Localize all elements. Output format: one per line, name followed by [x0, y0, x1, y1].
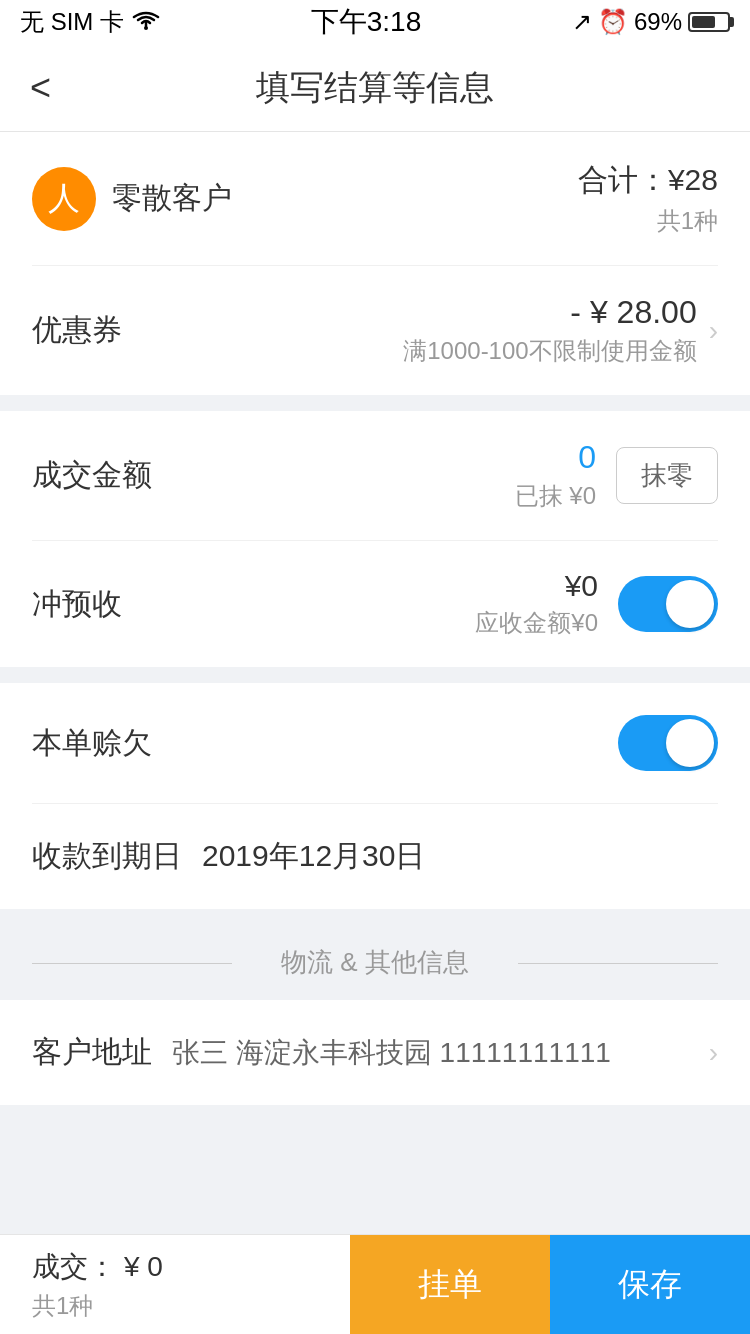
- debt-section: 本单赊欠 收款到期日 2019年12月30日: [0, 683, 750, 909]
- bottom-deal-row: 成交： ¥ 0: [32, 1248, 318, 1286]
- location-icon: ↗: [572, 8, 592, 36]
- duedate-row: 收款到期日 2019年12月30日: [32, 804, 718, 909]
- amount-right: 0 已抹 ¥0 抹零: [515, 439, 718, 512]
- customer-avatar: 人: [32, 167, 96, 231]
- debt-toggle[interactable]: [618, 715, 718, 771]
- debt-row: 本单赊欠: [32, 683, 718, 804]
- customer-section: 人 零散客户 合计：¥28 共1种 优惠券 - ¥ 28.00 满1000-10…: [0, 132, 750, 395]
- bottom-count: 共1种: [32, 1290, 318, 1322]
- prepay-value-block: ¥0 应收金额¥0: [475, 569, 598, 639]
- pending-button[interactable]: 挂单: [350, 1235, 550, 1335]
- amount-row: 成交金额 0 已抹 ¥0 抹零: [32, 411, 718, 541]
- amount-label: 成交金额: [32, 455, 152, 496]
- address-row[interactable]: 客户地址 张三 海淀永丰科技园 11111111111 ›: [0, 1000, 750, 1105]
- avatar-icon: 人: [48, 177, 80, 221]
- bottom-deal-label: 成交：: [32, 1248, 116, 1286]
- page-title: 填写结算等信息: [256, 65, 494, 111]
- alarm-icon: ⏰: [598, 8, 628, 36]
- customer-right: 合计：¥28 共1种: [578, 160, 718, 237]
- status-time: 下午3:18: [311, 3, 422, 41]
- address-chevron-icon: ›: [709, 1037, 718, 1069]
- logistics-divider: 物流 & 其他信息: [0, 925, 750, 1000]
- total-amount: 合计：¥28: [578, 160, 718, 201]
- round-off-button[interactable]: 抹零: [616, 447, 718, 504]
- bottom-deal-value: ¥ 0: [124, 1251, 163, 1283]
- prepay-row: 冲预收 ¥0 应收金额¥0: [32, 541, 718, 667]
- customer-name: 零散客户: [112, 178, 232, 219]
- wifi-icon: [132, 8, 160, 36]
- coupon-label: 优惠券: [32, 310, 122, 351]
- total-count: 共1种: [578, 205, 718, 237]
- prepay-value: ¥0: [475, 569, 598, 603]
- bottom-summary: 成交： ¥ 0 共1种: [0, 1248, 350, 1322]
- chevron-right-icon: ›: [709, 315, 718, 347]
- battery-percent: 69%: [634, 8, 682, 36]
- toggle-knob: [666, 580, 714, 628]
- prepay-toggle[interactable]: [618, 576, 718, 632]
- address-value: 张三 海淀永丰科技园 11111111111: [172, 1034, 709, 1072]
- status-right: ↗ ⏰ 69%: [572, 8, 730, 36]
- coupon-desc: 满1000-100不限制使用金额: [403, 335, 696, 367]
- customer-left: 人 零散客户: [32, 167, 232, 231]
- back-button[interactable]: <: [30, 67, 51, 109]
- save-button[interactable]: 保存: [550, 1235, 750, 1335]
- prepay-desc: 应收金额¥0: [475, 607, 598, 639]
- debt-label: 本单赊欠: [32, 723, 152, 764]
- already-rounded: 已抹 ¥0: [515, 480, 596, 512]
- logistics-label: 物流 & 其他信息: [261, 945, 489, 980]
- bottom-bar: 成交： ¥ 0 共1种 挂单 保存: [0, 1234, 750, 1334]
- address-section: 客户地址 张三 海淀永丰科技园 11111111111 ›: [0, 1000, 750, 1105]
- amount-value[interactable]: 0: [515, 439, 596, 476]
- svg-point-0: [144, 26, 148, 30]
- nav-bar: < 填写结算等信息: [0, 44, 750, 132]
- amount-value-block: 0 已抹 ¥0: [515, 439, 596, 512]
- duedate-value[interactable]: 2019年12月30日: [202, 836, 425, 877]
- duedate-label: 收款到期日: [32, 836, 182, 877]
- customer-row: 人 零散客户 合计：¥28 共1种: [0, 132, 750, 265]
- battery-icon: [688, 12, 730, 32]
- debt-toggle-knob: [666, 719, 714, 767]
- prepay-right: ¥0 应收金额¥0: [475, 569, 718, 639]
- coupon-value: - ¥ 28.00: [403, 294, 696, 331]
- coupon-text-block: - ¥ 28.00 满1000-100不限制使用金额: [403, 294, 696, 367]
- status-left: 无 SIM 卡: [20, 6, 160, 38]
- prepay-label: 冲预收: [32, 584, 122, 625]
- coupon-right: - ¥ 28.00 满1000-100不限制使用金额 ›: [403, 294, 718, 367]
- status-bar: 无 SIM 卡 下午3:18 ↗ ⏰ 69%: [0, 0, 750, 44]
- coupon-row[interactable]: 优惠券 - ¥ 28.00 满1000-100不限制使用金额 ›: [0, 266, 750, 395]
- transaction-section: 成交金额 0 已抹 ¥0 抹零 冲预收 ¥0 应收金额¥0: [0, 411, 750, 667]
- address-label: 客户地址: [32, 1032, 152, 1073]
- carrier-label: 无 SIM 卡: [20, 6, 124, 38]
